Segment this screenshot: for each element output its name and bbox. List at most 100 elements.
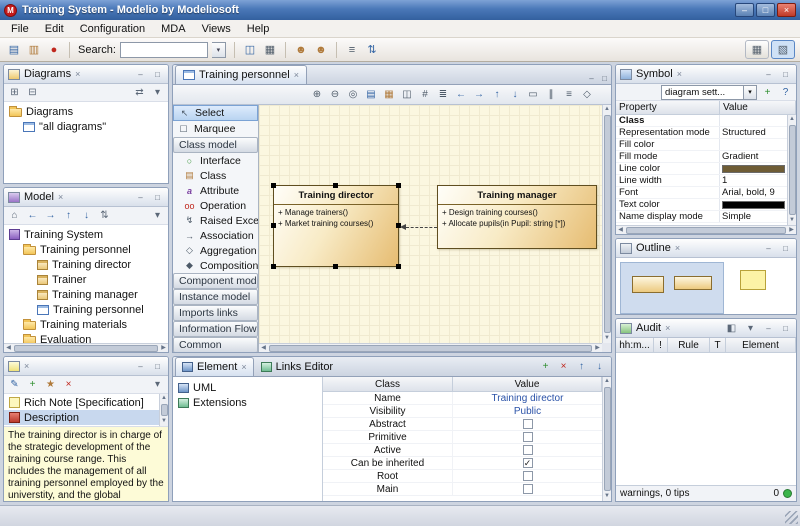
minimize-button[interactable]: – — [762, 68, 775, 80]
perspective-modeling-button[interactable]: ▧ — [771, 40, 795, 59]
palette-group-instance-model[interactable]: Instance model — [173, 289, 258, 305]
scrollbar-thumb[interactable] — [14, 345, 158, 352]
maximize-button[interactable]: □ — [779, 68, 792, 80]
scrollbar-thumb[interactable] — [789, 125, 796, 215]
sort-icon[interactable]: ⇅ — [97, 208, 112, 223]
palette-group-imports-links[interactable]: Imports links — [173, 305, 258, 321]
tree-item-training-system[interactable]: Training System — [4, 227, 168, 242]
menu-configuration[interactable]: Configuration — [72, 21, 153, 37]
palette-group-common[interactable]: Common — [173, 337, 258, 352]
tree-item-training-director[interactable]: Training director — [4, 257, 168, 272]
palette-item-interface[interactable]: ○ Interface — [173, 153, 258, 168]
view-menu-icon[interactable]: ▾ — [150, 85, 165, 100]
close-tab-icon[interactable]: × — [294, 70, 299, 80]
horizontal-scrollbar[interactable]: ◀ ▶ — [259, 343, 602, 352]
resize-grip[interactable] — [785, 511, 798, 524]
scroll-left-icon[interactable]: ◀ — [616, 226, 625, 235]
view-menu-icon[interactable]: ▾ — [743, 321, 758, 336]
palette-item-association[interactable]: → Association — [173, 228, 258, 243]
delete-note-icon[interactable]: × — [61, 377, 76, 392]
palette-group-information-flows[interactable]: Information Flows — [173, 321, 258, 337]
palette-item-composition[interactable]: ◆ Composition — [173, 258, 258, 273]
close-icon[interactable]: × — [24, 361, 29, 371]
scroll-down-icon[interactable]: ▼ — [603, 492, 612, 501]
main-checkbox[interactable] — [523, 484, 533, 494]
tree-item-training-materials[interactable]: Training materials — [4, 317, 168, 332]
move-up-icon[interactable]: ↑ — [61, 208, 76, 223]
maximize-button[interactable]: □ — [779, 242, 792, 254]
users-icon[interactable]: ☻ — [312, 41, 330, 59]
minimize-button[interactable]: – — [134, 360, 147, 372]
zoom-in-icon[interactable]: ⊕ — [309, 87, 325, 103]
tab-links-editor[interactable]: Links Editor — [255, 357, 339, 376]
menu-help[interactable]: Help — [239, 21, 278, 37]
expand-all-icon[interactable]: ⊞ — [7, 85, 22, 100]
uml-class-training-manager[interactable]: Training manager + Design training cours… — [437, 185, 597, 249]
scroll-up-icon[interactable]: ▲ — [788, 115, 797, 124]
back-icon[interactable]: ← — [25, 208, 40, 223]
window-close-button[interactable]: × — [777, 3, 796, 17]
diagram-canvas[interactable]: Training director + Manage trainers() + … — [259, 105, 602, 343]
tab-element[interactable]: Element × — [175, 357, 254, 376]
scrollbar-thumb[interactable] — [161, 404, 168, 416]
selection-handle[interactable] — [271, 223, 276, 228]
minimize-button[interactable]: – — [134, 191, 147, 203]
snap-icon[interactable]: # — [417, 87, 433, 103]
sort-icon[interactable]: ⇅ — [363, 41, 381, 59]
window-maximize-button[interactable]: □ — [756, 3, 775, 17]
audit-results-list[interactable] — [616, 353, 796, 485]
selection-handle[interactable] — [271, 183, 276, 188]
maximize-button[interactable]: □ — [779, 322, 792, 334]
scroll-up-icon[interactable]: ▲ — [603, 105, 612, 114]
active-checkbox[interactable] — [523, 445, 533, 455]
add-icon[interactable]: + — [538, 359, 553, 374]
editor-tab-training-personnel[interactable]: Training personnel × — [175, 65, 307, 84]
print-icon[interactable]: ▤ — [363, 87, 379, 103]
close-icon[interactable]: × — [58, 192, 63, 202]
tree-item-training-manager[interactable]: Training manager — [4, 287, 168, 302]
palette-item-attribute[interactable]: a Attribute — [173, 183, 258, 198]
move-down-icon[interactable]: ↓ — [79, 208, 94, 223]
note-item-rich-note[interactable]: Rich Note [Specification] — [4, 395, 159, 410]
zoom-fit-icon[interactable]: ◎ — [345, 87, 361, 103]
help-icon[interactable]: ? — [778, 85, 793, 100]
scroll-down-icon[interactable]: ▼ — [603, 334, 612, 343]
new-model-icon[interactable]: ▤ — [5, 41, 23, 59]
scroll-right-icon[interactable]: ▶ — [787, 226, 796, 235]
layers-icon[interactable]: ≣ — [435, 87, 451, 103]
link-with-editor-icon[interactable]: ⇄ — [132, 85, 147, 100]
note-description-text[interactable]: The training director is in charge of th… — [4, 426, 168, 501]
favorite-icon[interactable]: ★ — [43, 377, 58, 392]
palette-item-raised-exception[interactable]: ↯ Raised Exception — [173, 213, 258, 228]
vertical-scrollbar[interactable]: ▲ ▼ — [787, 115, 796, 225]
paste-icon[interactable]: ◫ — [241, 41, 259, 59]
search-input[interactable] — [120, 42, 208, 58]
add-user-icon[interactable]: ☻ — [292, 41, 310, 59]
scroll-up-icon[interactable]: ▲ — [160, 394, 169, 403]
vertical-scrollbar[interactable]: ▲ ▼ — [159, 394, 168, 426]
palette-group-component-model[interactable]: Component model — [173, 273, 258, 289]
dependency-link[interactable] — [406, 227, 437, 228]
forward-icon[interactable]: → — [43, 208, 58, 223]
zoom-out-icon[interactable]: ⊖ — [327, 87, 343, 103]
fit-size-icon[interactable]: ▭ — [525, 87, 541, 103]
align-right-icon[interactable]: → — [471, 87, 487, 103]
minimize-button[interactable]: – — [762, 242, 775, 254]
scroll-up-icon[interactable]: ▲ — [603, 377, 612, 386]
tree-item-uml[interactable]: UML — [173, 380, 322, 395]
horizontal-scrollbar[interactable]: ◀ ▶ — [616, 225, 796, 234]
palette-tool-select[interactable]: ↖ Select — [173, 105, 258, 121]
window-minimize-button[interactable]: – — [735, 3, 754, 17]
palette-item-aggregation[interactable]: ◇ Aggregation — [173, 243, 258, 258]
apply-style-icon[interactable]: + — [760, 85, 775, 100]
view-menu-icon[interactable]: ▾ — [150, 377, 165, 392]
close-icon[interactable]: × — [665, 323, 670, 333]
tree-item-extensions[interactable]: Extensions — [173, 395, 322, 410]
scroll-down-icon[interactable]: ▼ — [788, 216, 797, 225]
delete-icon[interactable]: × — [556, 359, 571, 374]
scroll-left-icon[interactable]: ◀ — [4, 344, 13, 353]
scroll-down-icon[interactable]: ▼ — [160, 417, 169, 426]
move-up-icon[interactable]: ↑ — [574, 359, 589, 374]
minimize-button[interactable]: – — [762, 322, 775, 334]
vertical-scrollbar[interactable]: ▲ ▼ — [602, 105, 611, 343]
